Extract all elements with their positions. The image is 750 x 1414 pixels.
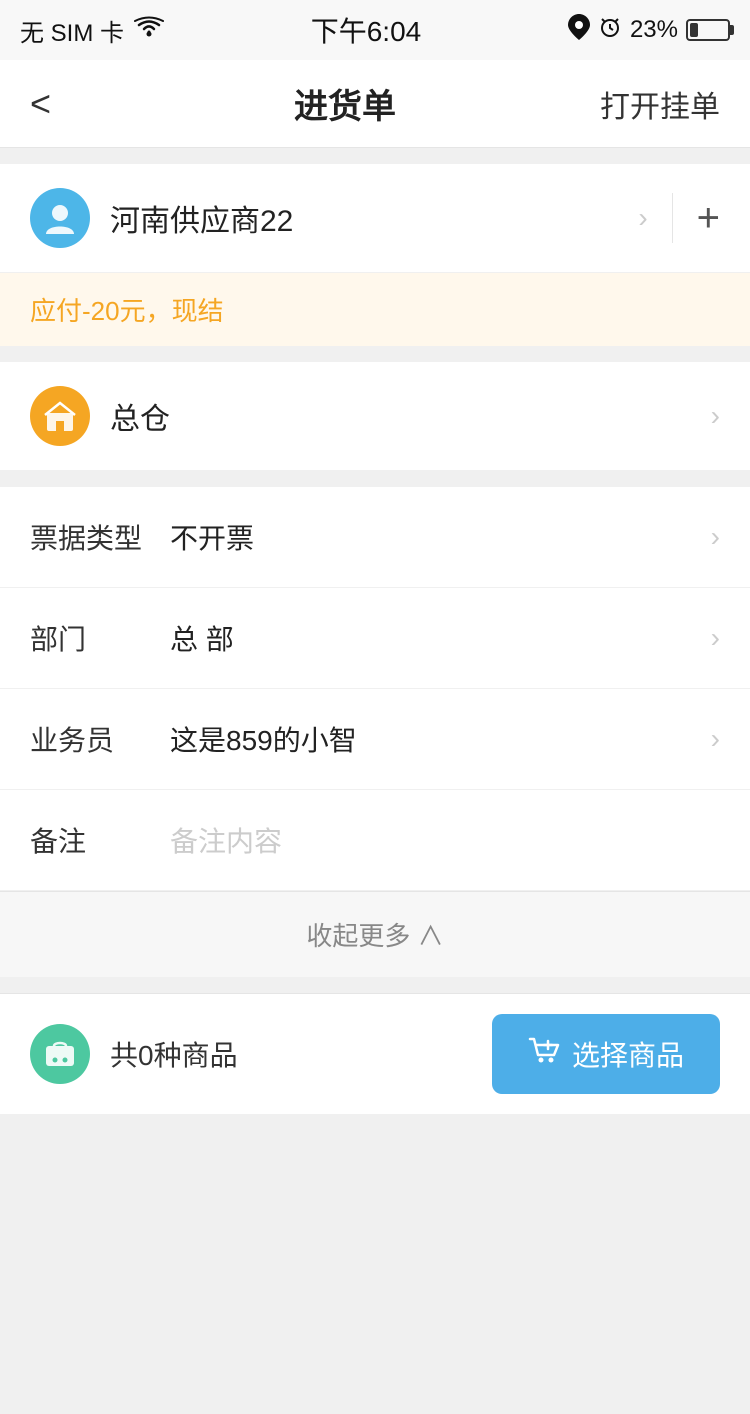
supplier-chevron-icon: › <box>638 202 647 234</box>
collapse-bar[interactable]: 收起更多 ∧ <box>0 891 750 977</box>
back-button[interactable]: < <box>30 83 90 125</box>
status-left: 无 SIM 卡 <box>20 13 164 48</box>
sales-value: 这是859的小智 <box>160 719 711 759</box>
battery-icon <box>686 19 730 41</box>
bottom-divider <box>0 977 750 993</box>
supplier-avatar <box>30 188 90 248</box>
dept-label: 部门 <box>30 618 160 658</box>
supplier-name: 河南供应商22 <box>110 196 638 240</box>
bottom-bar: 共0种商品 选择商品 <box>0 993 750 1114</box>
warehouse-section: 总仓 › <box>0 362 750 471</box>
location-icon <box>568 14 590 47</box>
dept-row[interactable]: 部门 总 部 › <box>0 588 750 689</box>
add-button[interactable]: + <box>697 198 720 238</box>
page-background <box>0 1114 750 1414</box>
warehouse-name: 总仓 <box>110 394 711 438</box>
cart-icon <box>528 1037 560 1072</box>
invoice-label: 票据类型 <box>30 517 160 557</box>
warehouse-chevron-icon: › <box>711 400 720 432</box>
status-bar: 无 SIM 卡 下午6:04 23 <box>0 0 750 60</box>
status-time: 下午6:04 <box>311 10 422 50</box>
select-product-button[interactable]: 选择商品 <box>492 1014 720 1094</box>
supplier-row[interactable]: 河南供应商22 › + <box>0 164 750 273</box>
product-count-label: 共0种商品 <box>110 1034 472 1074</box>
nav-bar: < 进货单 打开挂单 <box>0 60 750 148</box>
warehouse-row[interactable]: 总仓 › <box>0 362 750 471</box>
form-section: 票据类型 不开票 › 部门 总 部 › 业务员 这是859的小智 › 备注 备注… <box>0 487 750 977</box>
sales-row[interactable]: 业务员 这是859的小智 › <box>0 689 750 790</box>
remark-row[interactable]: 备注 备注内容 <box>0 790 750 891</box>
sales-chevron-icon: › <box>711 723 720 755</box>
remark-label: 备注 <box>30 820 160 860</box>
invoice-chevron-icon: › <box>711 521 720 553</box>
warehouse-icon <box>30 386 90 446</box>
carrier-label: 无 SIM 卡 <box>20 13 124 48</box>
status-right: 23% <box>568 14 730 47</box>
supplier-section: 河南供应商22 › + 应付-20元，现结 <box>0 164 750 346</box>
vertical-divider <box>672 193 673 243</box>
dept-chevron-icon: › <box>711 622 720 654</box>
dept-value: 总 部 <box>160 618 711 658</box>
notice-bar: 应付-20元，现结 <box>0 273 750 346</box>
remark-input[interactable]: 备注内容 <box>160 820 720 860</box>
alarm-icon <box>598 15 622 46</box>
mid-divider2 <box>0 471 750 487</box>
open-pending-button[interactable]: 打开挂单 <box>600 82 720 126</box>
top-divider <box>0 148 750 164</box>
invoice-value: 不开票 <box>160 517 711 557</box>
mid-divider1 <box>0 346 750 362</box>
select-product-label: 选择商品 <box>572 1034 684 1074</box>
battery-percentage: 23% <box>630 16 678 44</box>
invoice-row[interactable]: 票据类型 不开票 › <box>0 487 750 588</box>
product-icon <box>30 1024 90 1084</box>
page-title: 进货单 <box>294 79 396 128</box>
wifi-icon <box>134 16 164 45</box>
sales-label: 业务员 <box>30 719 160 759</box>
